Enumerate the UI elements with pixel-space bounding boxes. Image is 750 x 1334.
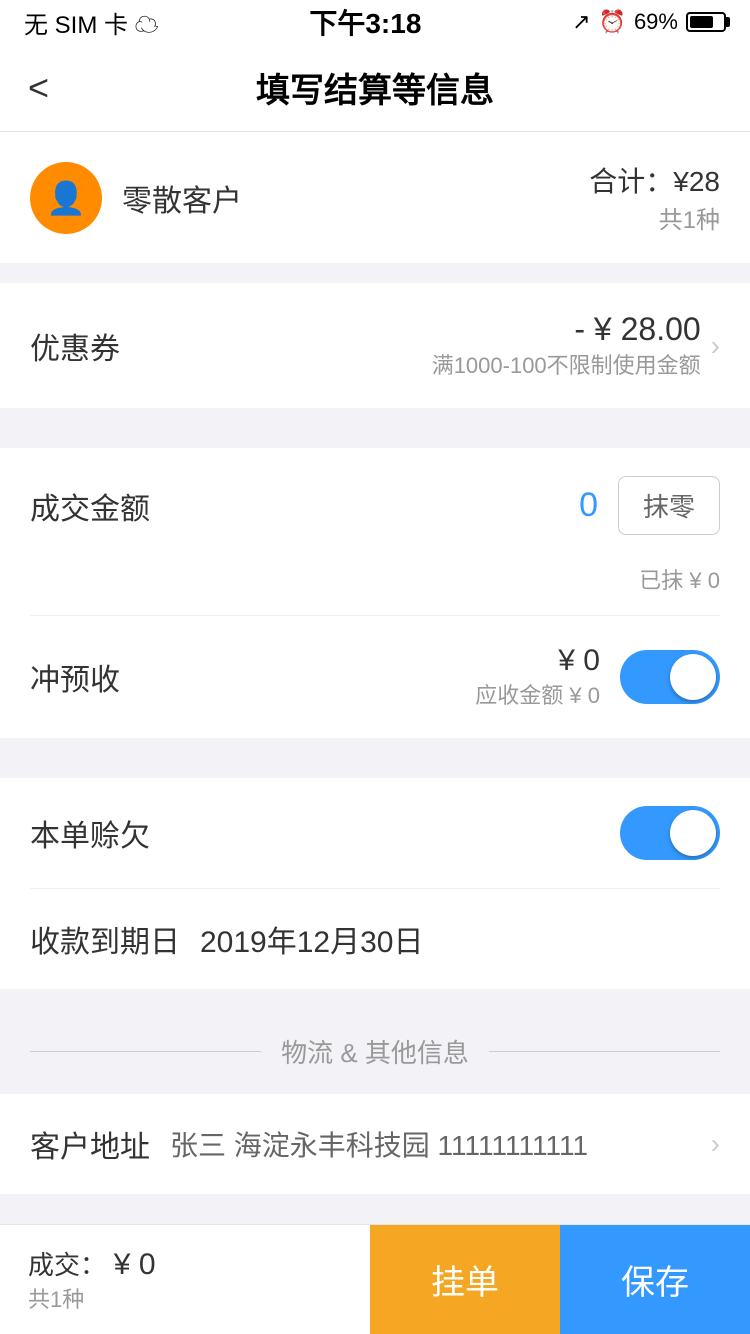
customer-left: 👤 零散客户 <box>30 162 242 234</box>
section-gap-2 <box>0 758 750 778</box>
chevron-right-icon-2: › <box>711 1128 720 1160</box>
section-gap-1 <box>0 428 750 448</box>
content: 👤 零散客户 合计：¥28 共1种 优惠券 - ¥ 28.00 满1000-10… <box>0 132 750 1334</box>
hold-label: 挂单 <box>431 1255 499 1304</box>
precharge-label: 冲预收 <box>30 655 120 699</box>
bottom-deal-row: 成交： ¥ 0 <box>28 1245 342 1282</box>
address-section: 客户地址 张三 海淀永丰科技园 11111111111 › <box>0 1094 750 1194</box>
customer-section: 👤 零散客户 合计：¥28 共1种 <box>0 132 750 263</box>
duedate-value: 2019年12月30日 <box>200 917 423 961</box>
coupon-desc: 满1000-100不限制使用金额 <box>432 348 701 380</box>
credit-row: 本单赊欠 <box>0 778 750 888</box>
deal-sub: 已抹 ¥ 0 <box>0 563 750 615</box>
battery-percent: 69% <box>634 9 678 35</box>
bottom-deal-label: 成交： <box>28 1250 106 1280</box>
status-left: 无 SIM 卡 ☁ <box>24 5 159 40</box>
logistics-label: 物流 & 其他信息 <box>281 1033 469 1070</box>
battery-icon <box>686 12 726 32</box>
precharge-right: ¥ 0 应收金额 ¥ 0 <box>475 644 720 710</box>
save-label: 保存 <box>621 1255 689 1304</box>
precharge-amount: ¥ 0 <box>475 644 600 678</box>
toggle-knob-2 <box>670 810 716 856</box>
toggle-knob <box>670 654 716 700</box>
alarm-icon: ⏰ <box>599 9 626 35</box>
total-count: 共1种 <box>589 200 720 235</box>
credit-section: 本单赊欠 收款到期日 2019年12月30日 <box>0 778 750 989</box>
chevron-right-icon: › <box>711 330 720 362</box>
coupon-label: 优惠券 <box>30 324 120 368</box>
total-amount: 合计：¥28 <box>589 160 720 200</box>
status-bar: 无 SIM 卡 ☁ 下午3:18 ↗ ⏰ 69% <box>0 0 750 44</box>
coupon-row[interactable]: 优惠券 - ¥ 28.00 满1000-100不限制使用金额 › <box>0 283 750 408</box>
bottom-count: 共1种 <box>28 1282 342 1314</box>
bottom-summary: 成交： ¥ 0 共1种 <box>0 1225 370 1334</box>
duedate-label: 收款到期日 <box>30 917 180 961</box>
bottom-deal-amount: ¥ 0 <box>114 1248 156 1281</box>
precharge-info: ¥ 0 应收金额 ¥ 0 <box>475 644 600 710</box>
customer-name: 零散客户 <box>122 176 242 220</box>
precharge-sub: 应收金额 ¥ 0 <box>475 678 600 710</box>
location-icon: ↗ <box>572 9 590 35</box>
coupon-info: - ¥ 28.00 满1000-100不限制使用金额 <box>432 311 701 380</box>
credit-toggle[interactable] <box>620 806 720 860</box>
hold-button[interactable]: 挂单 <box>370 1225 560 1334</box>
logistics-divider: 物流 & 其他信息 <box>0 1009 750 1094</box>
customer-row: 👤 零散客户 合计：¥28 共1种 <box>0 132 750 263</box>
coupon-amount: - ¥ 28.00 <box>432 311 701 348</box>
address-label: 客户地址 <box>30 1122 150 1166</box>
status-right: ↗ ⏰ 69% <box>572 9 726 35</box>
sim-status: 无 SIM 卡 ☁ <box>24 5 159 40</box>
deal-right: 0 抹零 <box>579 476 720 535</box>
address-row[interactable]: 客户地址 张三 海淀永丰科技园 11111111111 › <box>0 1094 750 1194</box>
page-title: 填写结算等信息 <box>256 63 494 112</box>
nav-bar: < 填写结算等信息 <box>0 44 750 132</box>
deal-amount-section: 成交金额 0 抹零 已抹 ¥ 0 冲预收 ¥ 0 应收金额 ¥ 0 <box>0 448 750 738</box>
back-button[interactable]: < <box>28 67 49 109</box>
duedate-row: 收款到期日 2019年12月30日 <box>0 889 750 989</box>
deal-row: 成交金额 0 抹零 <box>0 448 750 563</box>
coupon-section: 优惠券 - ¥ 28.00 满1000-100不限制使用金额 › <box>0 283 750 408</box>
coupon-right: - ¥ 28.00 满1000-100不限制使用金额 › <box>432 311 720 380</box>
credit-label: 本单赊欠 <box>30 811 150 855</box>
save-button[interactable]: 保存 <box>560 1225 750 1334</box>
status-time: 下午3:18 <box>309 2 421 42</box>
bottom-bar: 成交： ¥ 0 共1种 挂单 保存 <box>0 1224 750 1334</box>
deal-label: 成交金额 <box>30 484 150 528</box>
precharge-toggle[interactable] <box>620 650 720 704</box>
precharge-row: 冲预收 ¥ 0 应收金额 ¥ 0 <box>0 616 750 738</box>
avatar: 👤 <box>30 162 102 234</box>
address-value: 张三 海淀永丰科技园 11111111111 <box>170 1124 711 1164</box>
customer-total: 合计：¥28 共1种 <box>589 160 720 235</box>
deal-amount-value[interactable]: 0 <box>579 486 598 525</box>
round-button[interactable]: 抹零 <box>618 476 720 535</box>
person-icon: 👤 <box>46 179 86 217</box>
